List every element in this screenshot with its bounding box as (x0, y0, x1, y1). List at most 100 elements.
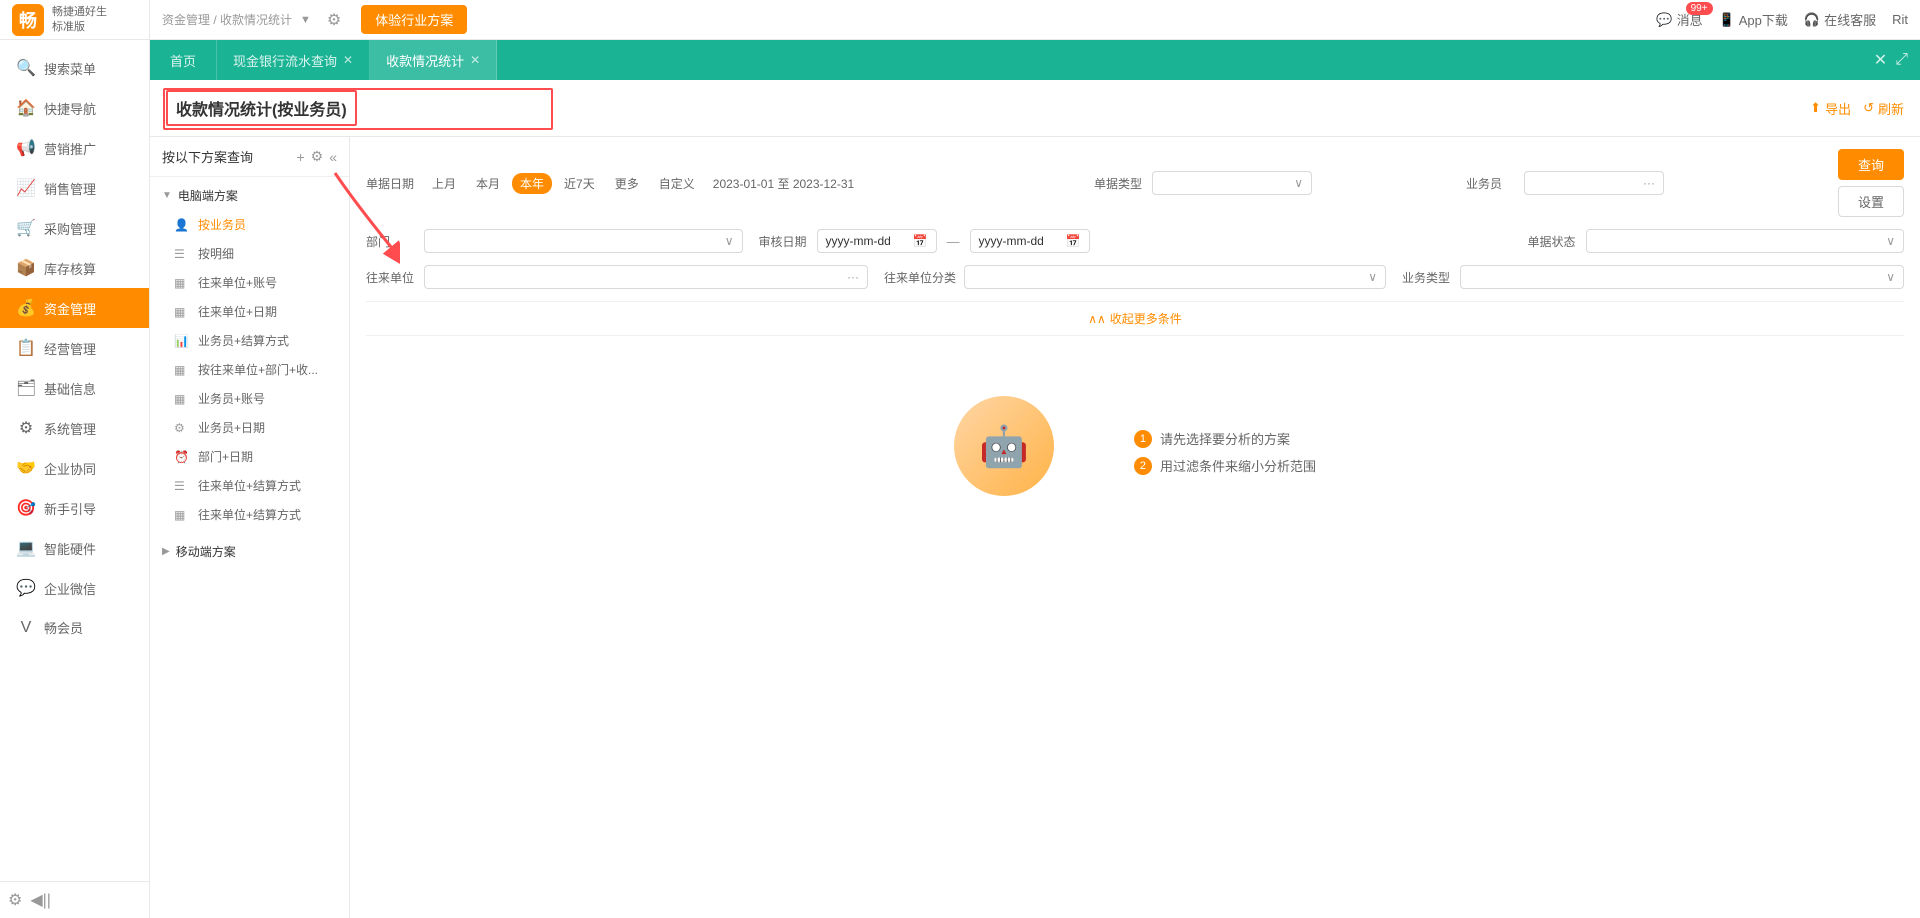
dept-select[interactable]: ∨ (424, 229, 743, 253)
scheme-item-by-salesperson[interactable]: 👤 按业务员 (150, 210, 349, 239)
scheme-item-label: 按往来单位+部门+收... (198, 361, 318, 378)
tab-receipt-stats[interactable]: 收款情况统计 ✕ (370, 40, 497, 80)
member-icon: V (16, 619, 36, 637)
review-date-filter: 审核日期 yyyy-mm-dd 📅 — yyyy-mm-dd 📅 (759, 229, 1512, 253)
empty-step-1: 1 请先选择要分析的方案 (1134, 429, 1316, 448)
online-service[interactable]: 🎧 在线客服 (1804, 10, 1876, 29)
tab-bank-flow[interactable]: 现金银行流水查询 ✕ (217, 40, 370, 80)
query-button[interactable]: 查询 (1838, 149, 1904, 180)
scheme-item-partner-date[interactable]: ▦ 往来单位+日期 (150, 297, 349, 326)
scheme-item-dept-date[interactable]: ⏰ 部门+日期 (150, 442, 349, 471)
sidebar-item-finance[interactable]: 💰资金管理 (0, 288, 149, 328)
sidebar-item-basic[interactable]: 🗂基础信息 (0, 368, 149, 408)
scheme-panel: 按以下方案查询 + ⚙ « ▼ 电脑端方案 👤 按业务员 ☰ (150, 137, 350, 918)
date-tabs: 上月 本月 本年 近7天 更多 自定义 (424, 173, 703, 194)
export-icon: ⬆ (1810, 100, 1821, 116)
scheme-group-mobile-title[interactable]: ▶ 移动端方案 (150, 537, 349, 566)
window-close-icon[interactable]: ✕ (1874, 50, 1887, 70)
collapse-bar[interactable]: ∧∧ 收起更多条件 (366, 301, 1904, 335)
collapse-sidebar-icon[interactable]: ◀|| (30, 890, 51, 910)
sidebar-item-hardware[interactable]: 💻智能硬件 (0, 528, 149, 568)
sidebar-item-quick[interactable]: 🏠快捷导航 (0, 88, 149, 128)
calendar-end-icon[interactable]: 📅 (1066, 234, 1081, 248)
sidebar-item-marketing[interactable]: 📢营销推广 (0, 128, 149, 168)
partner-account-icon: ▦ (174, 276, 190, 290)
review-date-end[interactable]: yyyy-mm-dd 📅 (970, 229, 1090, 253)
sidebar-item-operation[interactable]: 📋经营管理 (0, 328, 149, 368)
sidebar-item-purchase[interactable]: 🛒采购管理 (0, 208, 149, 248)
logo-area: 畅 畅捷通好生 标准版 (0, 0, 149, 40)
partner-cat-select[interactable]: ∨ (964, 265, 1386, 289)
sidebar-item-enterprise[interactable]: 🤝企业协同 (0, 448, 149, 488)
date-tab-more[interactable]: 更多 (607, 173, 647, 194)
date-tab-last-month[interactable]: 上月 (424, 173, 464, 194)
voucher-status-select[interactable]: ∨ (1586, 229, 1905, 253)
refresh-button[interactable]: ↺ 刷新 (1863, 99, 1904, 118)
scheme-add-button[interactable]: + (296, 149, 304, 165)
collapse-up-icon: ∧∧ (1088, 312, 1106, 326)
review-date-start[interactable]: yyyy-mm-dd 📅 (817, 229, 937, 253)
tab-bank-flow-close-icon[interactable]: ✕ (343, 53, 353, 67)
date-tab-custom[interactable]: 自定义 (651, 173, 703, 194)
voucher-type-select[interactable]: ∨ (1152, 171, 1312, 195)
user-area[interactable]: Rit (1892, 12, 1908, 27)
salesperson-method-icon: 📊 (174, 334, 190, 348)
empty-steps-guide: 1 请先选择要分析的方案 2 用过滤条件来缩小分析范围 (1134, 429, 1316, 483)
trial-button[interactable]: 体验行业方案 (361, 5, 467, 34)
biz-type-select[interactable]: ∨ (1460, 265, 1904, 289)
scheme-setting-button[interactable]: ⚙ (311, 148, 324, 165)
scheme-header: 按以下方案查询 + ⚙ « (150, 137, 349, 177)
sales-icon: 📈 (16, 178, 36, 198)
sidebar-item-label-inventory: 库存核算 (44, 259, 96, 278)
scheme-item-partner-account[interactable]: ▦ 往来单位+账号 (150, 268, 349, 297)
filter-row-3: 往来单位 ··· 往来单位分类 ∨ 业务类型 (366, 265, 1904, 289)
empty-step-2: 2 用过滤条件来缩小分析范围 (1134, 456, 1316, 475)
message-center[interactable]: 💬 消息 99+ (1656, 10, 1702, 29)
export-button[interactable]: ⬆ 导出 (1810, 99, 1851, 118)
hardware-icon: 💻 (16, 538, 36, 558)
scheme-item-partner-method2[interactable]: ▦ 往来单位+结算方式 (150, 500, 349, 529)
export-label: 导出 (1825, 99, 1851, 118)
sidebar-item-member[interactable]: V畅会员 (0, 608, 149, 647)
voucher-status-arrow-icon: ∨ (1886, 234, 1895, 248)
scheme-header-label: 按以下方案查询 (162, 147, 290, 166)
date-separator: — (947, 234, 960, 249)
window-maximize-icon[interactable]: ⤢ (1895, 51, 1908, 69)
online-service-label: 在线客服 (1824, 10, 1876, 29)
scheme-item-partner-method1[interactable]: ☰ 往来单位+结算方式 (150, 471, 349, 500)
settings-icon[interactable]: ⚙ (8, 890, 22, 910)
partner-select[interactable]: ··· (424, 265, 868, 289)
scheme-item-partner-dept[interactable]: ▦ 按往来单位+部门+收... (150, 355, 349, 384)
tab-receipt-stats-label: 收款情况统计 (386, 51, 464, 70)
salesperson-label: 业务员 (1466, 175, 1516, 192)
sidebar-item-inventory[interactable]: 📦库存核算 (0, 248, 149, 288)
date-tab-this-month[interactable]: 本月 (468, 173, 508, 194)
filter-row-1: 单据日期 上月 本月 本年 近7天 更多 自定义 2023-01-01 至 20… (366, 149, 1904, 217)
set-button[interactable]: 设置 (1838, 186, 1904, 217)
scheme-item-salesperson-account[interactable]: ▦ 业务员+账号 (150, 384, 349, 413)
dept-date-icon: ⏰ (174, 450, 190, 464)
breadcrumb-dropdown-icon[interactable]: ▼ (300, 14, 311, 26)
wechat-icon: 💬 (16, 578, 36, 598)
sidebar-item-search[interactable]: 🔍搜索菜单 (0, 48, 149, 88)
scheme-collapse-button[interactable]: « (329, 149, 337, 165)
settings-gear-icon[interactable]: ⚙ (327, 10, 341, 30)
scheme-item-salesperson-date[interactable]: ⚙ 业务员+日期 (150, 413, 349, 442)
salesperson-date-icon: ⚙ (174, 421, 190, 435)
salesperson-select[interactable]: ··· (1524, 171, 1664, 195)
date-tab-7days[interactable]: 近7天 (556, 173, 603, 194)
tab-receipt-stats-close-icon[interactable]: ✕ (470, 53, 480, 67)
sidebar-item-wechat[interactable]: 💬企业微信 (0, 568, 149, 608)
app-download[interactable]: 📱 App下载 (1719, 10, 1788, 29)
sidebar-item-system[interactable]: ⚙系统管理 (0, 408, 149, 448)
calendar-start-icon[interactable]: 📅 (913, 234, 928, 248)
partner-dots-icon[interactable]: ··· (847, 270, 859, 284)
sidebar-item-sales[interactable]: 📈销售管理 (0, 168, 149, 208)
scheme-group-pc-title[interactable]: ▼ 电脑端方案 (150, 181, 349, 210)
scheme-item-by-detail[interactable]: ☰ 按明细 (150, 239, 349, 268)
date-tab-this-year[interactable]: 本年 (512, 173, 552, 194)
tab-home[interactable]: 首页 (150, 40, 217, 80)
scheme-item-salesperson-method[interactable]: 📊 业务员+结算方式 (150, 326, 349, 355)
biz-type-filter: 业务类型 ∨ (1402, 265, 1904, 289)
sidebar-item-guide[interactable]: 🎯新手引导 (0, 488, 149, 528)
